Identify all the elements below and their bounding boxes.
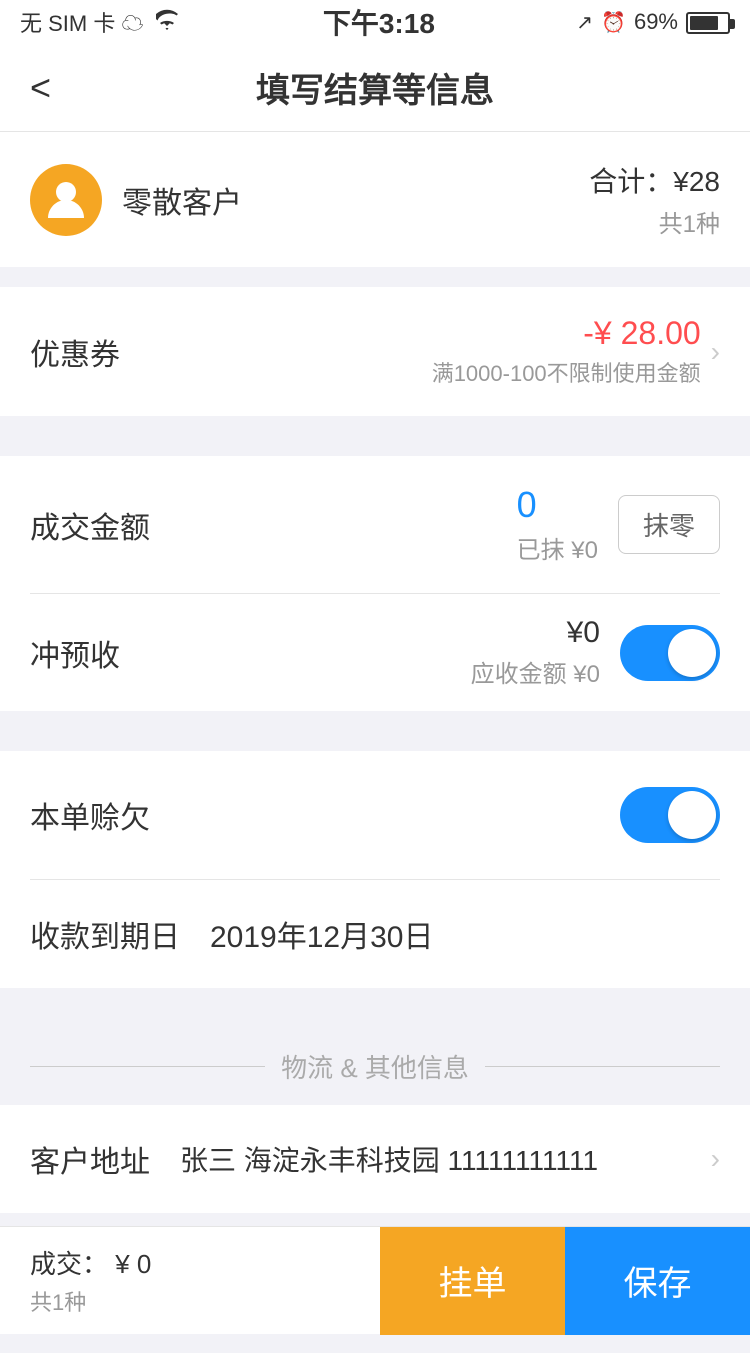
customer-right: 合计：¥28 共1种 bbox=[589, 160, 720, 239]
precollect-row: 冲预收 ¥0 应收金额 ¥0 bbox=[0, 594, 750, 711]
chevron-right-icon: › bbox=[711, 336, 720, 368]
logistics-label: 物流 & 其他信息 bbox=[281, 1048, 469, 1085]
amount-value[interactable]: 0 bbox=[517, 484, 598, 526]
battery-icon bbox=[686, 8, 730, 36]
section-separator-1 bbox=[0, 436, 750, 456]
bottom-deal-row: 成交： ¥ 0 bbox=[30, 1244, 350, 1281]
person-icon bbox=[44, 178, 88, 222]
bottom-deal-count: 共1种 bbox=[30, 1285, 350, 1317]
wifi-icon bbox=[153, 8, 181, 36]
customer-avatar bbox=[30, 164, 102, 236]
toggle-knob bbox=[668, 629, 716, 677]
customer-left: 零散客户 bbox=[30, 164, 242, 236]
customer-name: 零散客户 bbox=[122, 178, 242, 222]
coupon-label: 优惠券 bbox=[30, 330, 120, 374]
debt-label: 本单赊欠 bbox=[30, 793, 150, 837]
coupon-card[interactable]: 优惠券 -¥ 28.00 满1000-100不限制使用金额 › bbox=[0, 287, 750, 416]
status-bar: 无 SIM 卡 ☁ 下午3:18 ↗ ⏰ 69% bbox=[0, 0, 750, 44]
location-icon: ↗ bbox=[576, 10, 593, 35]
precollect-right: ¥0 应收金额 ¥0 bbox=[471, 616, 720, 689]
precollect-amount: ¥0 bbox=[471, 616, 600, 650]
bottom-deal-label: 成交： bbox=[30, 1249, 108, 1279]
duedate-value[interactable]: 2019年12月30日 bbox=[210, 912, 433, 956]
status-time: 下午3:18 bbox=[323, 2, 435, 42]
precollect-toggle[interactable] bbox=[620, 625, 720, 681]
address-chevron-icon: › bbox=[711, 1143, 720, 1175]
logistics-line-left bbox=[30, 1066, 265, 1067]
page-title: 填写结算等信息 bbox=[256, 63, 494, 112]
customer-card: 零散客户 合计：¥28 共1种 bbox=[0, 132, 750, 267]
precollect-label: 冲预收 bbox=[30, 631, 120, 675]
no-sim-label: 无 SIM 卡 ☁ bbox=[20, 6, 143, 38]
coupon-discount: -¥ 28.00 bbox=[432, 315, 701, 352]
coupon-row[interactable]: 优惠券 -¥ 28.00 满1000-100不限制使用金额 › bbox=[0, 287, 750, 416]
logistics-sep bbox=[0, 1008, 750, 1028]
bottom-deal-amount: ¥ 0 bbox=[115, 1249, 151, 1279]
coupon-description: 满1000-100不限制使用金额 bbox=[432, 356, 701, 388]
status-left: 无 SIM 卡 ☁ bbox=[20, 6, 181, 38]
debt-toggle-knob bbox=[668, 791, 716, 839]
logistics-header: 物流 & 其他信息 bbox=[0, 1028, 750, 1105]
status-right: ↗ ⏰ 69% bbox=[576, 8, 730, 36]
amount-label: 成交金额 bbox=[30, 503, 150, 547]
round-zero-button[interactable]: 抹零 bbox=[618, 495, 720, 554]
duedate-label: 收款到期日 bbox=[30, 912, 180, 956]
precollect-sub: 应收金额 ¥0 bbox=[471, 654, 600, 689]
amount-card: 成交金额 0 已抹 ¥0 抹零 冲预收 ¥0 应收金额 ¥0 bbox=[0, 456, 750, 711]
amount-row: 成交金额 0 已抹 ¥0 抹零 bbox=[0, 456, 750, 593]
section-separator-2 bbox=[0, 731, 750, 751]
bottom-bar: 成交： ¥ 0 共1种 挂单 保存 bbox=[0, 1226, 750, 1334]
debt-toggle[interactable] bbox=[620, 787, 720, 843]
address-row[interactable]: 客户地址 张三 海淀永丰科技园 11111111111 › bbox=[0, 1105, 750, 1213]
bottom-info: 成交： ¥ 0 共1种 bbox=[0, 1244, 380, 1317]
nav-bar: < 填写结算等信息 bbox=[0, 44, 750, 132]
duedate-row: 收款到期日 2019年12月30日 bbox=[0, 880, 750, 988]
customer-count: 共1种 bbox=[589, 204, 720, 239]
coupon-right: -¥ 28.00 满1000-100不限制使用金额 › bbox=[432, 315, 720, 388]
logistics-line-right bbox=[485, 1066, 720, 1067]
debt-row: 本单赊欠 bbox=[0, 751, 750, 879]
address-value: 张三 海淀永丰科技园 11111111111 bbox=[180, 1139, 711, 1179]
battery-label: 69% bbox=[634, 9, 678, 35]
address-card[interactable]: 客户地址 张三 海淀永丰科技园 11111111111 › bbox=[0, 1105, 750, 1213]
customer-row: 零散客户 合计：¥28 共1种 bbox=[0, 132, 750, 267]
alarm-icon: ⏰ bbox=[601, 10, 626, 35]
address-label: 客户地址 bbox=[30, 1137, 150, 1181]
precollect-values: ¥0 应收金额 ¥0 bbox=[471, 616, 600, 689]
back-button[interactable]: < bbox=[30, 67, 51, 109]
amount-right: 0 已抹 ¥0 抹零 bbox=[517, 484, 720, 565]
hold-button[interactable]: 挂单 bbox=[380, 1227, 565, 1335]
debt-card: 本单赊欠 收款到期日 2019年12月30日 bbox=[0, 751, 750, 988]
amount-sub: 已抹 ¥0 bbox=[517, 530, 598, 565]
content-area: 零散客户 合计：¥28 共1种 优惠券 -¥ 28.00 满1000-100不限… bbox=[0, 132, 750, 1353]
customer-total: 合计：¥28 bbox=[589, 160, 720, 200]
save-button[interactable]: 保存 bbox=[565, 1227, 750, 1335]
